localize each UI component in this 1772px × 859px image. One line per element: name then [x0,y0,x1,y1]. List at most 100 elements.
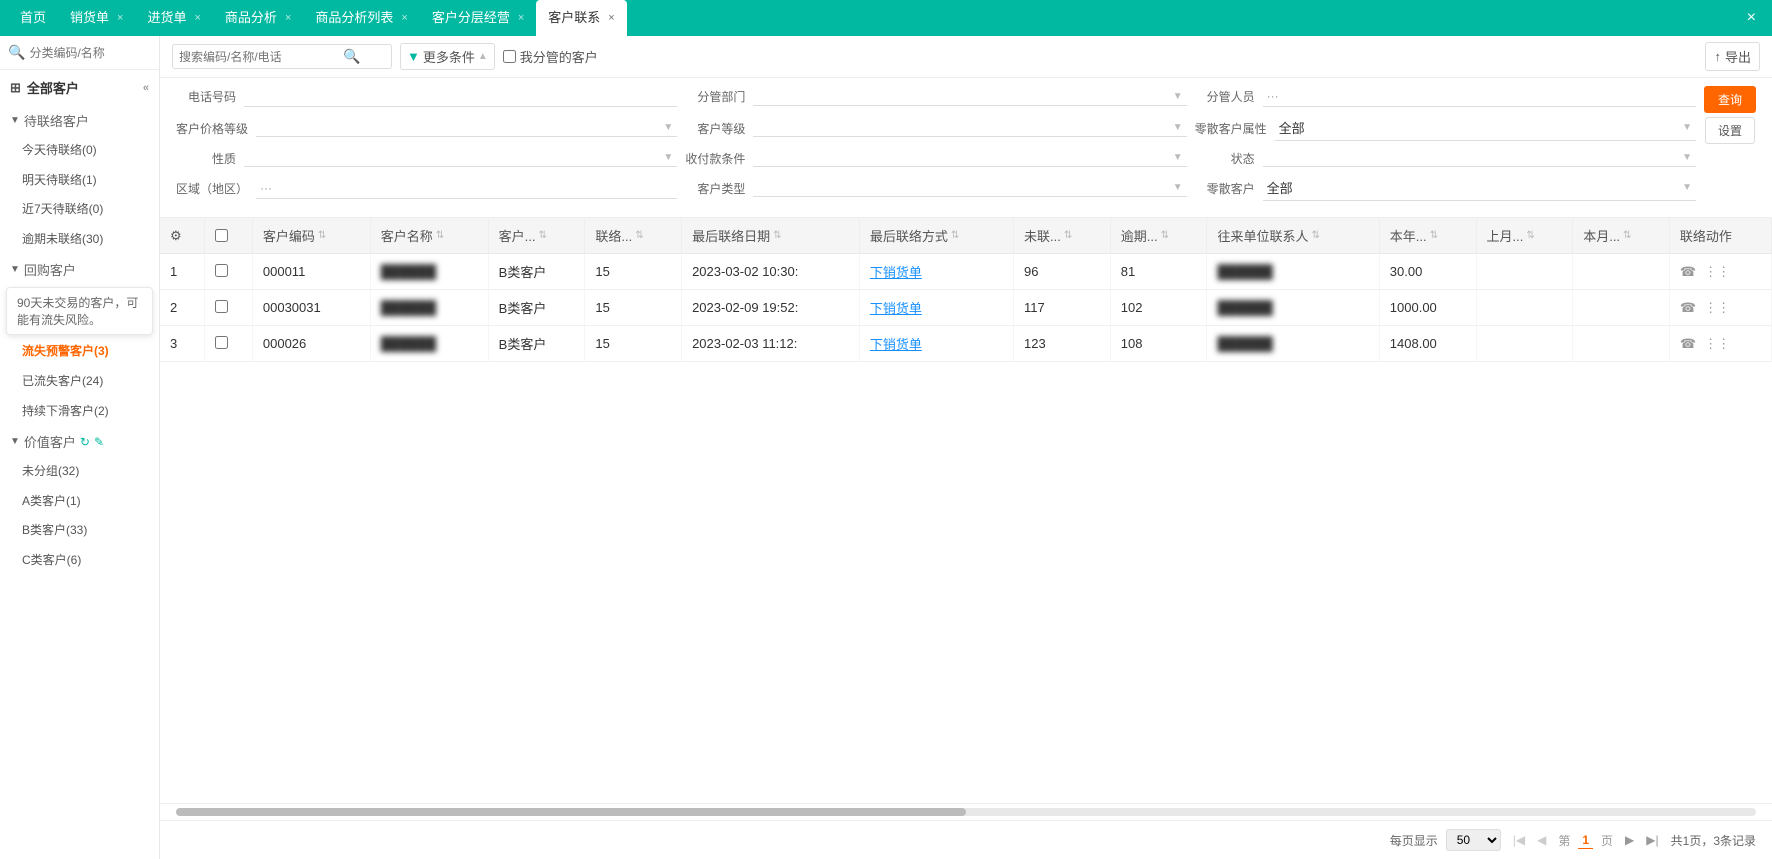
th-customer-type[interactable]: 客户...⇅ [488,218,585,254]
sidebar-all-customers-header[interactable]: ⊞ 全部客户 « [0,70,159,105]
more-actions-icon[interactable]: ⋮⋮ [1704,264,1730,280]
sidebar-item-class-b[interactable]: B类客户(33) [0,516,159,546]
sidebar-group-pending[interactable]: ▼ 待联络客户 [0,105,159,136]
th-overdue[interactable]: 逾期...⇅ [1110,218,1207,254]
more-actions-icon[interactable]: ⋮⋮ [1704,300,1730,316]
filter-retail-select[interactable]: 全部 ▼ [1263,175,1696,201]
last-page-button[interactable]: ▶| [1642,831,1662,849]
settings-button[interactable]: 设置 [1705,117,1755,144]
sidebar-item-overdue[interactable]: 逾期未联络(30) [0,225,159,255]
th-last-method[interactable]: 最后联络方式⇅ [859,218,1013,254]
td-checkbox[interactable] [205,254,252,290]
th-settings[interactable]: ⚙ [160,218,205,254]
prev-page-button[interactable]: ◀ [1533,831,1550,849]
filter-region-select[interactable]: ··· [256,178,677,199]
td-checkbox[interactable] [205,326,252,362]
close-goods-analysis-tab[interactable]: × [285,0,291,36]
sidebar-item-7days[interactable]: 近7天待联络(0) [0,195,159,225]
close-sales-tab[interactable]: × [117,0,123,36]
more-icon[interactable]: ··· [1267,89,1279,103]
th-this-year[interactable]: 本年...⇅ [1379,218,1476,254]
sidebar-item-class-c[interactable]: C类客户(6) [0,546,159,576]
filter-level-select[interactable]: ▼ [753,119,1186,137]
nav-customer-contact[interactable]: 客户联系 × [536,0,626,36]
search-icon[interactable]: 🔍 [343,48,360,65]
th-this-month[interactable]: 本月...⇅ [1573,218,1670,254]
export-button[interactable]: ↑ 导出 [1705,42,1760,71]
filter-type-select[interactable]: ▼ [753,179,1186,197]
sidebar-item-tomorrow[interactable]: 明天待联络(1) [0,166,159,196]
th-checkbox[interactable] [205,218,252,254]
filter-payment-select[interactable]: ▼ [753,149,1186,167]
more-actions-icon[interactable]: ⋮⋮ [1704,336,1730,352]
filter-price-select[interactable]: ▼ [256,119,677,137]
close-all-button[interactable]: × [1739,9,1764,27]
sidebar-item-ungrouped[interactable]: 未分组(32) [0,457,159,487]
sidebar-group-value[interactable]: ▼ 价值客户 ↻ ✎ [0,426,159,457]
filter-more-button[interactable]: ▼ 更多条件 ▲ [400,43,495,70]
horizontal-scrollbar[interactable] [160,803,1772,820]
filter-nature-select[interactable]: ▼ [244,149,677,167]
nav-goods-analysis[interactable]: 商品分析 × [213,0,303,36]
th-code[interactable]: 客户编码⇅ [252,218,370,254]
refresh-icon[interactable]: ↻ [80,435,90,449]
query-button[interactable]: 查询 [1704,86,1756,113]
select-all-checkbox[interactable] [215,229,228,242]
sidebar-collapse-icon[interactable]: « [143,82,149,94]
search-input[interactable] [179,50,339,64]
filter-dept-select[interactable]: ▼ [753,88,1186,106]
th-name[interactable]: 客户名称⇅ [370,218,488,254]
sidebar-item-declining[interactable]: 持续下滑客户(2) [0,397,159,427]
scrollbar-thumb[interactable] [176,808,966,816]
filter-phone-input[interactable] [244,86,677,107]
nav-customer-tier[interactable]: 客户分层经营 × [420,0,536,36]
td-checkbox[interactable] [205,290,252,326]
first-page-button[interactable]: |◀ [1509,831,1529,849]
edit-icon[interactable]: ✎ [94,435,104,449]
close-customer-tier-tab[interactable]: × [518,0,524,36]
sidebar-group-repurchase[interactable]: ▼ 回购客户 [0,254,159,285]
more-icon-2[interactable]: ··· [260,181,272,195]
close-customer-contact-tab[interactable]: × [608,0,614,36]
sidebar-item-churn-warning[interactable]: 流失预警客户(3) [0,337,159,367]
td-last-method[interactable]: 下销货单 [859,326,1013,362]
filter-person-select[interactable]: ··· [1263,86,1696,107]
scrollbar-track[interactable] [176,808,1756,816]
td-last-method[interactable]: 下销货单 [859,254,1013,290]
sidebar-search-input[interactable] [29,46,151,60]
nav-home[interactable]: 首页 [8,0,58,36]
filter-region-label: 区域（地区） [176,180,248,197]
next-page-button[interactable]: ▶ [1621,831,1638,849]
search-bar[interactable]: 🔍 [172,44,392,69]
th-last-month[interactable]: 上月...⇅ [1476,218,1573,254]
filter-status-select[interactable]: ▼ [1263,149,1696,167]
nav-sales[interactable]: 销货单 × [58,0,135,36]
td-action[interactable]: ☎ ⋮⋮ [1669,326,1771,362]
row-checkbox[interactable] [215,336,228,349]
sidebar-item-lost[interactable]: 已流失客户(24) [0,367,159,397]
contact-icon[interactable]: ☎ [1680,300,1696,316]
contact-icon[interactable]: ☎ [1680,336,1696,352]
contact-icon[interactable]: ☎ [1680,264,1696,280]
td-action[interactable]: ☎ ⋮⋮ [1669,290,1771,326]
per-page-select[interactable]: 50 100 200 [1446,829,1501,851]
nav-purchase[interactable]: 进货单 × [135,0,212,36]
close-purchase-tab[interactable]: × [194,0,200,36]
sidebar-item-today[interactable]: 今天待联络(0) [0,136,159,166]
filter-status-label: 状态 [1195,150,1255,167]
sidebar-search-bar[interactable]: 🔍 [0,36,159,70]
row-checkbox[interactable] [215,264,228,277]
td-last-method[interactable]: 下销货单 [859,290,1013,326]
nav-goods-list[interactable]: 商品分析列表 × [303,0,419,36]
th-last-date[interactable]: 最后联络日期⇅ [682,218,860,254]
td-action[interactable]: ☎ ⋮⋮ [1669,254,1771,290]
my-customers-check[interactable] [503,50,516,63]
row-checkbox[interactable] [215,300,228,313]
close-goods-list-tab[interactable]: × [401,0,407,36]
th-contact[interactable]: 联络...⇅ [585,218,682,254]
th-uncontacted[interactable]: 未联...⇅ [1014,218,1111,254]
my-customers-checkbox[interactable]: 我分管的客户 [503,47,598,66]
th-contacts-person[interactable]: 往来单位联系人⇅ [1207,218,1379,254]
sidebar-item-class-a[interactable]: A类客户(1) [0,487,159,517]
filter-retail-attr-select[interactable]: 全部 ▼ [1275,115,1696,141]
